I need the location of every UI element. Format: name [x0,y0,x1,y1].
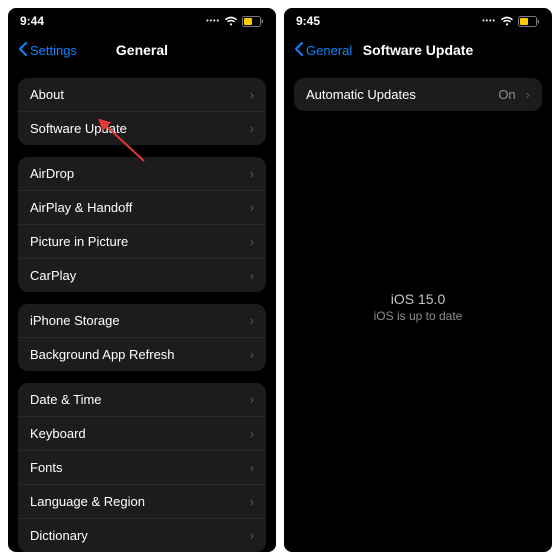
chevron-right-icon: › [250,87,254,102]
cellular-icon: •••• [482,18,496,25]
list-row[interactable]: Background App Refresh › [18,337,266,371]
row-label: About [30,87,64,102]
list-row[interactable]: Keyboard › [18,416,266,450]
row-automatic-updates[interactable]: Automatic Updates On › [294,78,542,111]
wifi-icon [224,16,238,26]
list-group: AirDrop›AirPlay & Handoff›Picture in Pic… [18,157,266,292]
row-label: Language & Region [30,494,145,509]
list-row[interactable]: Software Update › [18,111,266,145]
row-label: Background App Refresh [30,347,175,362]
chevron-right-icon: › [250,494,254,509]
chevron-left-icon [294,42,304,59]
page-title: Software Update [363,42,473,58]
list-row[interactable]: iPhone Storage › [18,304,266,337]
chevron-right-icon: › [250,313,254,328]
row-label: Software Update [30,121,127,136]
back-label: General [306,43,352,58]
list-group: Date & Time›Keyboard›Fonts›Language & Re… [18,383,266,552]
chevron-right-icon: › [250,347,254,362]
chevron-right-icon: › [250,200,254,215]
row-label: Automatic Updates [306,87,416,102]
ios-version: iOS 15.0 [284,291,552,307]
update-status: iOS is up to date [374,309,463,323]
phone-right: 9:45 •••• General Software Update Automa… [284,8,552,552]
row-label: Date & Time [30,392,102,407]
list-group: iPhone Storage › Background App Refresh › [18,304,266,371]
list-row[interactable]: About › [18,78,266,111]
back-button[interactable]: General [294,42,352,59]
row-label: Picture in Picture [30,234,128,249]
wifi-icon [500,16,514,26]
chevron-right-icon: › [250,234,254,249]
list-group: Automatic Updates On › [294,78,542,111]
list-row[interactable]: CarPlay › [18,258,266,292]
nav-bar: Settings General [8,34,276,66]
list-group: About › Software Update › [18,78,266,145]
list-row[interactable]: AirPlay & Handoff › [18,190,266,224]
row-label: iPhone Storage [30,313,120,328]
back-label: Settings [30,43,77,58]
chevron-right-icon: › [250,166,254,181]
clock: 9:45 [296,14,320,28]
list-row[interactable]: Dictionary › [18,518,266,552]
chevron-right-icon: › [250,528,254,543]
chevron-right-icon: › [250,426,254,441]
back-button[interactable]: Settings [18,42,77,59]
row-label: Dictionary [30,528,88,543]
chevron-right-icon: › [250,268,254,283]
clock: 9:44 [20,14,44,28]
content: About›Software Update›AirDrop›AirPlay & … [8,66,276,552]
row-label: AirPlay & Handoff [30,200,132,215]
battery-icon [242,16,264,27]
status-bar: 9:44 •••• [8,8,276,34]
chevron-right-icon: › [526,87,530,102]
chevron-right-icon: › [250,392,254,407]
row-label: CarPlay [30,268,76,283]
nav-bar: General Software Update [284,34,552,66]
chevron-left-icon [18,42,28,59]
list-row[interactable]: Fonts › [18,450,266,484]
cellular-icon: •••• [206,18,220,25]
status-bar: 9:45 •••• [284,8,552,34]
battery-icon [518,16,540,27]
list-row[interactable]: AirDrop › [18,157,266,190]
row-value: On [498,87,515,102]
page-title: General [116,42,168,58]
row-label: Keyboard [30,426,86,441]
list-row[interactable]: Date & Time › [18,383,266,416]
list-row[interactable]: Language & Region › [18,484,266,518]
row-label: Fonts [30,460,63,475]
status-message: iOS 15.0 iOS is up to date [284,291,552,323]
list-row[interactable]: Picture in Picture › [18,224,266,258]
chevron-right-icon: › [250,460,254,475]
chevron-right-icon: › [250,121,254,136]
row-label: AirDrop [30,166,74,181]
phone-left: 9:44 •••• Settings General About›Softwar… [8,8,276,552]
